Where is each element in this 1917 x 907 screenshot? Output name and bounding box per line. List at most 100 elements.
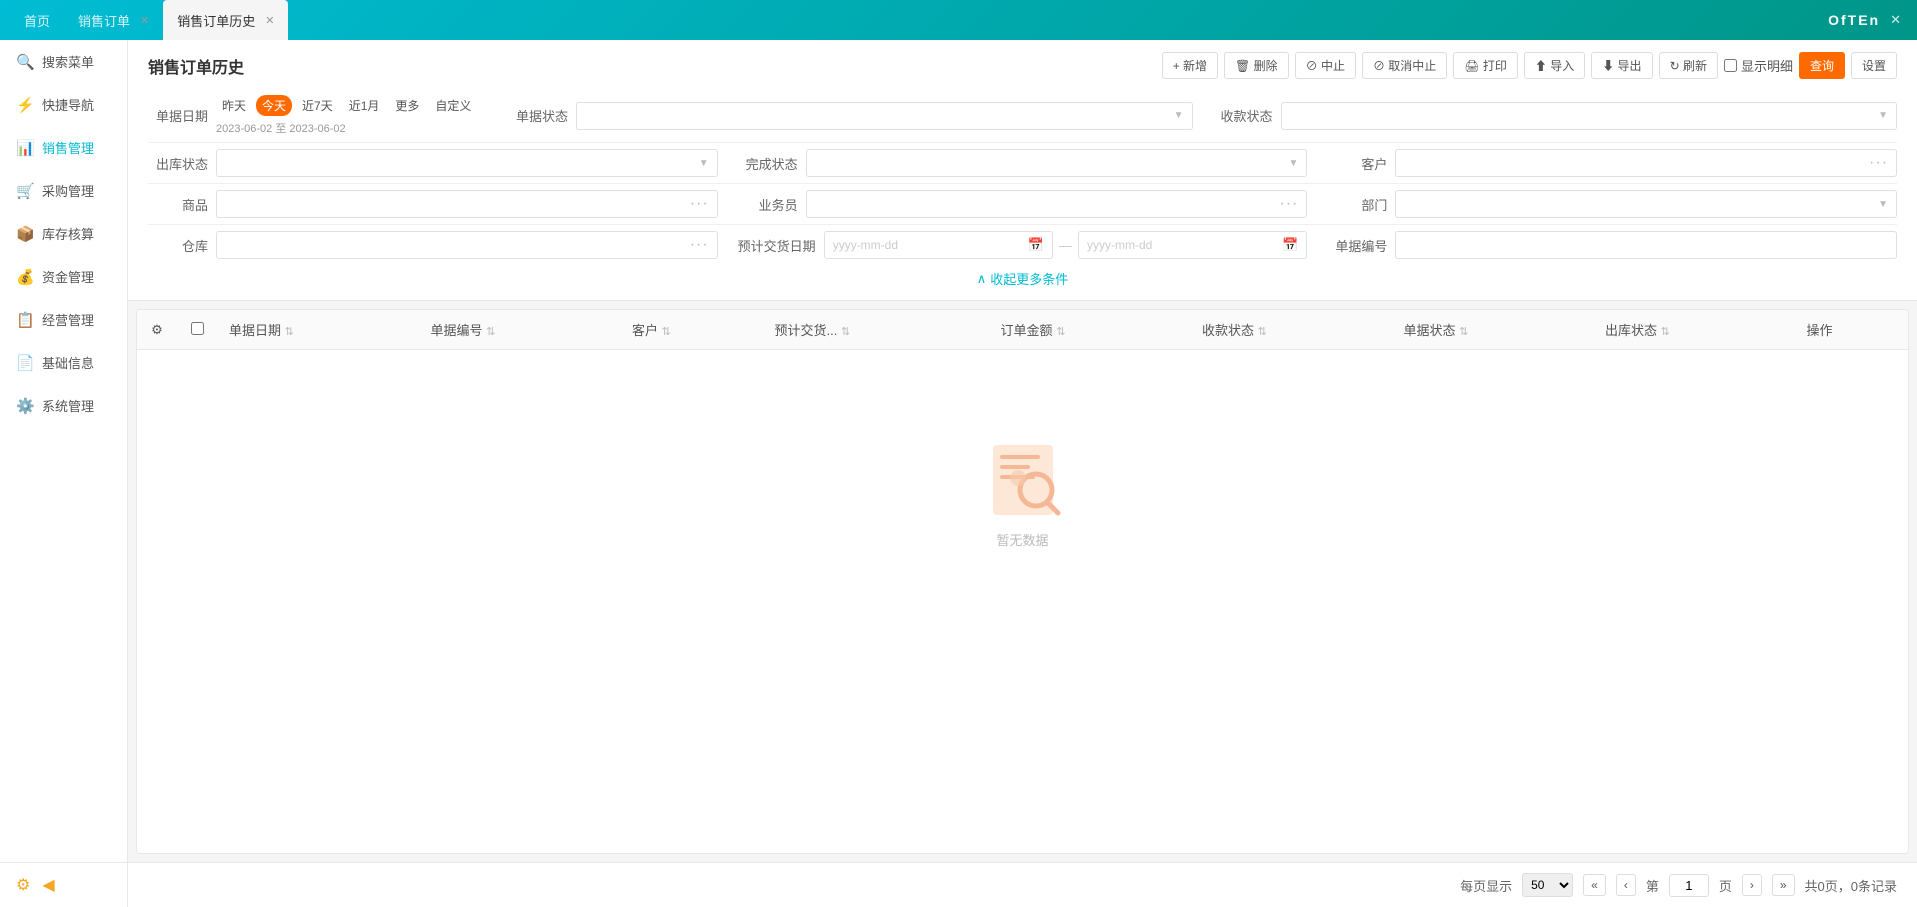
filter-row-3: 商品 ··· 业务员 ··· 部门 <box>148 184 1897 224</box>
tab-sales-order[interactable]: 销售订单 ✕ <box>64 0 163 40</box>
filter-receipt-status-label: 收款状态 <box>1213 106 1273 125</box>
empty-state-cell: 暂无数据 <box>137 350 1908 590</box>
next-page-button[interactable]: › <box>1742 874 1762 896</box>
sidebar-item-sys-mgmt[interactable]: ⚙️ 系统管理 <box>0 384 127 427</box>
sidebar-collapse-btn[interactable]: ◀ <box>42 875 54 895</box>
setting-button[interactable]: 设置 <box>1851 52 1897 79</box>
prev-page-button[interactable]: ‹ <box>1616 874 1636 896</box>
filter-salesperson-input[interactable]: ··· <box>806 190 1308 218</box>
current-page-input[interactable] <box>1669 874 1709 897</box>
date-more-btn[interactable]: 更多 <box>389 95 425 116</box>
th-settings[interactable]: ⚙ <box>137 310 177 350</box>
show-detail-input[interactable] <box>1724 59 1737 72</box>
filter-order-no-input[interactable] <box>1395 231 1897 259</box>
export-button[interactable]: ⬇ 导出 <box>1591 52 1652 79</box>
th-checkbox[interactable] <box>177 310 217 350</box>
sidebar-item-inventory-mgmt[interactable]: 📦 库存核算 <box>0 212 127 255</box>
stop-button[interactable]: ⊘ 中止 <box>1295 52 1356 79</box>
filter-receipt-status-select[interactable]: ▼ <box>1281 102 1898 130</box>
sidebar-item-basic-info-label: 基础信息 <box>42 353 94 372</box>
th-no-label: 单据编号 <box>430 323 482 338</box>
sidebar-item-sales-mgmt[interactable]: 📊 销售管理 <box>0 126 127 169</box>
filter-warehouse-label: 仓库 <box>148 236 208 255</box>
sidebar-item-finance-mgmt[interactable]: 💰 资金管理 <box>0 255 127 298</box>
filter-customer-input[interactable]: ··· <box>1395 149 1897 177</box>
warehouse-dots-icon[interactable]: ··· <box>690 236 709 254</box>
tab-sales-order-close[interactable]: ✕ <box>140 14 149 27</box>
filter-out-status-item: 出库状态 ▼ <box>148 149 718 177</box>
filter-warehouse-input[interactable]: ··· <box>216 231 718 259</box>
new-button[interactable]: + 新增 <box>1162 52 1218 79</box>
filter-date-label: 单据日期 <box>148 106 208 125</box>
tab-sales-order-history[interactable]: 销售订单历史 ✕ <box>163 0 288 40</box>
calendar-from-icon[interactable]: 📅 <box>1028 237 1044 253</box>
date-7days-btn[interactable]: 近7天 <box>296 95 339 116</box>
th-delivery[interactable]: 预计交货... ⇅ <box>763 310 989 350</box>
sidebar-item-finance-mgmt-label: 资金管理 <box>42 267 94 286</box>
th-action: 操作 <box>1794 310 1908 350</box>
goods-dots-icon[interactable]: ··· <box>690 195 709 213</box>
filter-collapse-row[interactable]: ∧ 收起更多条件 <box>148 265 1897 292</box>
filter-out-status-label: 出库状态 <box>148 154 208 173</box>
refresh-button[interactable]: ↻ 刷新 <box>1659 52 1718 79</box>
th-receipt-status[interactable]: 收款状态 ⇅ <box>1190 310 1391 350</box>
th-out-status[interactable]: 出库状态 ⇅ <box>1593 310 1794 350</box>
date-custom-btn[interactable]: 自定义 <box>429 95 477 116</box>
sidebar-item-ops-mgmt[interactable]: 📋 经营管理 <box>0 298 127 341</box>
sidebar-item-purchase-mgmt[interactable]: 🛒 采购管理 <box>0 169 127 212</box>
sidebar-settings-btn[interactable]: ⚙ <box>16 875 30 895</box>
sidebar-item-quick-nav[interactable]: ⚡ 快捷导航 <box>0 83 127 126</box>
th-date[interactable]: 单据日期 ⇅ <box>217 310 418 350</box>
sidebar-item-ops-mgmt-label: 经营管理 <box>42 310 94 329</box>
tab-home[interactable]: 首页 <box>10 0 64 40</box>
per-page-select[interactable]: 50 10 20 100 <box>1522 873 1573 897</box>
filter-order-status-label: 单据状态 <box>508 106 568 125</box>
print-button[interactable]: 🖨 打印 <box>1453 52 1518 79</box>
sidebar-item-search-menu[interactable]: 🔍 搜索菜单 <box>0 40 127 83</box>
pagination-bar: 每页显示 50 10 20 100 « ‹ 第 页 › » 共0页，0条记录 <box>128 862 1917 907</box>
inventory-mgmt-icon: 📦 <box>16 225 34 243</box>
filter-delivery-date-from[interactable]: yyyy-mm-dd 📅 <box>824 231 1053 259</box>
delete-button[interactable]: 🗑 删除 <box>1224 52 1289 79</box>
salesperson-dots-icon[interactable]: ··· <box>1279 195 1298 213</box>
th-out-status-label: 出库状态 <box>1605 323 1657 338</box>
sidebar-item-purchase-mgmt-label: 采购管理 <box>42 181 94 200</box>
th-amount-sort-icon: ⇅ <box>1056 326 1065 338</box>
select-all-checkbox[interactable] <box>191 322 204 335</box>
filter-complete-status-select[interactable]: ▼ <box>806 149 1308 177</box>
import-button[interactable]: ⬆ 导入 <box>1524 52 1585 79</box>
th-delivery-sort-icon: ⇅ <box>841 326 850 338</box>
customer-dots-icon[interactable]: ··· <box>1869 154 1888 172</box>
total-text: 共0页，0条记录 <box>1805 876 1897 895</box>
show-detail-checkbox[interactable]: 显示明细 <box>1724 56 1793 75</box>
th-amount[interactable]: 订单金额 ⇅ <box>989 310 1190 350</box>
filter-delivery-date-from-placeholder: yyyy-mm-dd <box>833 238 898 252</box>
sidebar-item-basic-info[interactable]: 📄 基础信息 <box>0 341 127 384</box>
top-bar: 首页 销售订单 ✕ 销售订单历史 ✕ OfTEn ✕ <box>0 0 1917 40</box>
date-today-btn[interactable]: 今天 <box>256 95 292 116</box>
th-no[interactable]: 单据编号 ⇅ <box>418 310 619 350</box>
th-customer-sort-icon: ⇅ <box>662 326 671 338</box>
sales-mgmt-icon: 📊 <box>16 139 34 157</box>
date-yesterday-btn[interactable]: 昨天 <box>216 95 252 116</box>
last-page-button[interactable]: » <box>1772 874 1795 896</box>
th-customer[interactable]: 客户 ⇅ <box>620 310 763 350</box>
filter-dept-select[interactable]: ▼ <box>1395 190 1897 218</box>
calendar-to-icon[interactable]: 📅 <box>1282 237 1298 253</box>
sidebar-item-search-menu-label: 搜索菜单 <box>42 52 94 71</box>
th-order-status[interactable]: 单据状态 ⇅ <box>1392 310 1593 350</box>
query-button[interactable]: 查询 <box>1799 52 1845 79</box>
filter-out-status-select[interactable]: ▼ <box>216 149 718 177</box>
tab-sales-order-history-close[interactable]: ✕ <box>265 14 274 27</box>
close-window-icon[interactable]: ✕ <box>1890 12 1901 28</box>
filter-order-status-select[interactable]: ▼ <box>576 102 1193 130</box>
filter-row-1: 单据日期 昨天 今天 近7天 近1月 更多 自定义 2023-06-02 至 2… <box>148 89 1897 142</box>
first-page-button[interactable]: « <box>1583 874 1606 896</box>
date-1month-btn[interactable]: 近1月 <box>343 95 386 116</box>
table-settings-icon[interactable]: ⚙ <box>151 322 163 337</box>
filter-goods-input[interactable]: ··· <box>216 190 718 218</box>
cancel-stop-button[interactable]: ⊘ 取消中止 <box>1362 52 1447 79</box>
top-bar-right: OfTEn ✕ <box>1828 12 1917 28</box>
filter-salesperson-label: 业务员 <box>738 195 798 214</box>
filter-delivery-date-to[interactable]: yyyy-mm-dd 📅 <box>1078 231 1307 259</box>
